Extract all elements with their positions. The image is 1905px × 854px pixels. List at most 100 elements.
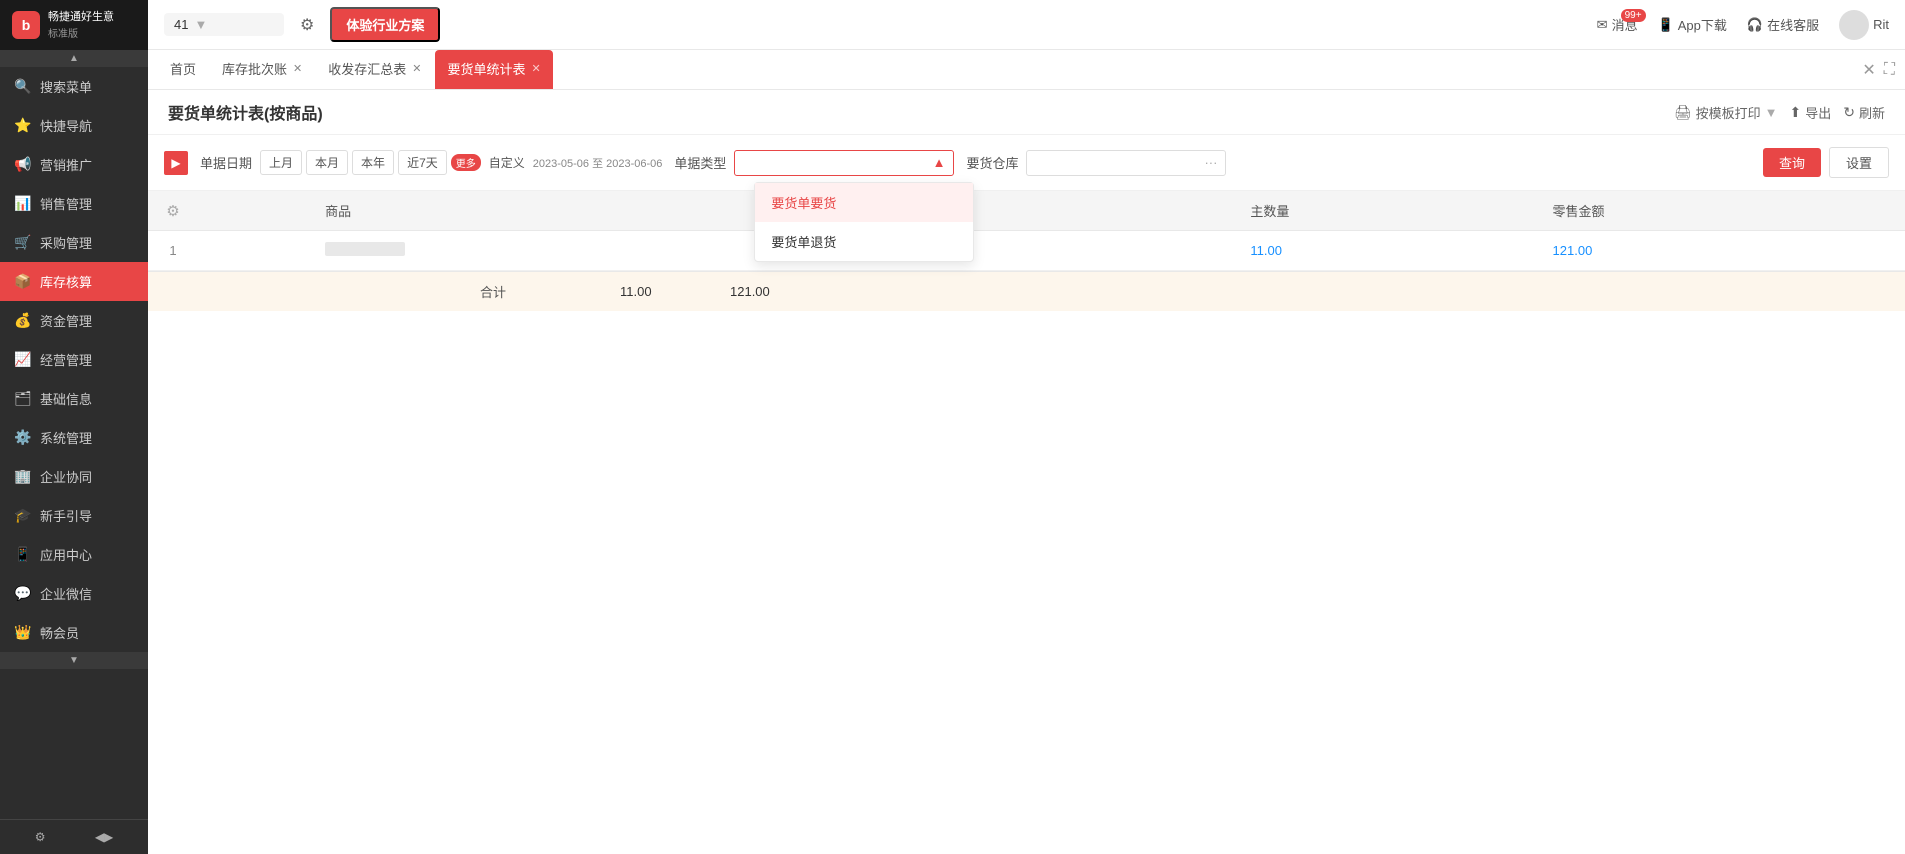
tab-bar-actions: ✕ ⛶ bbox=[1862, 60, 1895, 80]
tab-home[interactable]: 首页 bbox=[158, 50, 208, 89]
sidebar-item-inventory[interactable]: 📦 库存核算 bbox=[0, 262, 148, 301]
export-button[interactable]: ⬆ 导出 bbox=[1790, 103, 1832, 122]
tab-expand-icon[interactable]: ⛶ bbox=[1884, 61, 1895, 79]
tab-order-stats-close[interactable]: ✕ bbox=[532, 62, 541, 75]
collapse-button[interactable]: ◀▶ bbox=[95, 830, 113, 844]
table-header-row: ⚙ 商品 主计量单位 主数量 零售金额 bbox=[148, 191, 1905, 231]
warehouse-filter-group: 要货仓库 ··· bbox=[966, 150, 1226, 176]
star-icon: ⭐ bbox=[14, 117, 32, 135]
column-settings-icon[interactable]: ⚙ bbox=[166, 203, 179, 220]
warehouse-dropdown[interactable]: ··· bbox=[1026, 150, 1226, 176]
cart-icon: 🛒 bbox=[14, 234, 32, 252]
tab-recv-summary-close[interactable]: ✕ bbox=[412, 62, 421, 75]
page-content: 要货单统计表(按商品) 🖨 按模板打印 ▼ ⬆ 导出 ↻ 刷新 bbox=[148, 90, 1905, 854]
megaphone-icon: 📢 bbox=[14, 156, 32, 174]
app-version: 标准版 bbox=[48, 25, 114, 40]
date-range-display: 2023-05-06 至 2023-06-06 bbox=[533, 155, 663, 171]
refresh-button[interactable]: ↻ 刷新 bbox=[1843, 103, 1885, 122]
order-type-dropdown[interactable]: ▲ bbox=[734, 150, 954, 176]
col-qty: 主数量 bbox=[1238, 191, 1540, 231]
page-header-actions: 🖨 按模板打印 ▼ ⬆ 导出 ↻ 刷新 bbox=[1674, 103, 1885, 122]
sidebar-bottom: ⚙ ◀▶ bbox=[0, 819, 148, 854]
footer-label: 合计 bbox=[480, 282, 560, 301]
sidebar-item-basic[interactable]: 🗂 基础信息 bbox=[0, 379, 148, 418]
header-gear-icon[interactable]: ⚙ bbox=[300, 15, 314, 35]
order-type-filter-group: 单据类型 ▲ 要货单要货 要货单退货 bbox=[674, 150, 954, 176]
tab-inventory-batch-label: 库存批次账 bbox=[222, 59, 287, 78]
app-download-button[interactable]: 📱 App下载 bbox=[1658, 15, 1727, 34]
col-amount: 零售金额 bbox=[1541, 191, 1905, 231]
app-name: 畅捷通好生意 bbox=[48, 10, 114, 24]
col-gear[interactable]: ⚙ bbox=[148, 191, 198, 231]
cell-amount[interactable]: 121.00 bbox=[1541, 231, 1905, 271]
settings-button[interactable]: ⚙ bbox=[35, 830, 46, 844]
sidebar-item-quick-nav[interactable]: ⭐ 快捷导航 bbox=[0, 106, 148, 145]
sidebar-item-enterprise[interactable]: 🏢 企业协同 bbox=[0, 457, 148, 496]
sidebar: b 畅捷通好生意 标准版 ▲ 🔍 搜索菜单 ⭐ 快捷导航 📢 营销推广 📊 销售… bbox=[0, 0, 148, 854]
order-type-chevron-icon[interactable]: ▲ bbox=[933, 155, 946, 170]
tab-recv-summary[interactable]: 收发存汇总表 ✕ bbox=[316, 50, 433, 89]
settings-icon: ⚙ bbox=[35, 830, 46, 844]
date-btn-last-7-days[interactable]: 近7天 bbox=[398, 150, 447, 175]
cell-no2 bbox=[198, 231, 313, 271]
date-quick-buttons: 上月 本月 本年 近7天 更多 bbox=[260, 150, 481, 175]
date-filter-group: 单据日期 上月 本月 本年 近7天 更多 自定义 2023-05-06 至 20… bbox=[200, 150, 662, 175]
warehouse-more-icon[interactable]: ··· bbox=[1204, 155, 1217, 170]
sidebar-item-finance[interactable]: 💰 资金管理 bbox=[0, 301, 148, 340]
sidebar-item-wechat[interactable]: 💬 企业微信 bbox=[0, 574, 148, 613]
query-button[interactable]: 查询 bbox=[1763, 148, 1821, 177]
col-product: 商品 bbox=[313, 191, 812, 231]
order-type-value bbox=[743, 154, 932, 172]
crown-icon: 👑 bbox=[14, 624, 32, 642]
store-selector[interactable]: 41 ▼ bbox=[164, 13, 284, 36]
export-icon: ⬆ bbox=[1790, 104, 1802, 121]
sidebar-item-system[interactable]: ⚙️ 系统管理 bbox=[0, 418, 148, 457]
dropdown-item-requisition[interactable]: 要货单要货 bbox=[755, 183, 973, 222]
message-button[interactable]: ✉ 消息 99+ bbox=[1597, 15, 1638, 34]
order-type-dropdown-popup: 要货单要货 要货单退货 bbox=[754, 182, 974, 262]
tab-inventory-batch-close[interactable]: ✕ bbox=[293, 62, 302, 75]
data-table: ⚙ 商品 主计量单位 主数量 零售金额 1 bbox=[148, 191, 1905, 271]
cell-qty[interactable]: 11.00 bbox=[1238, 231, 1540, 271]
online-service-button[interactable]: 🎧 在线客服 bbox=[1747, 15, 1819, 34]
tab-recv-summary-label: 收发存汇总表 bbox=[328, 59, 406, 78]
sidebar-item-marketing[interactable]: 📢 营销推广 bbox=[0, 145, 148, 184]
user-avatar[interactable]: Rit bbox=[1839, 10, 1889, 40]
sidebar-item-purchase[interactable]: 🛒 采购管理 bbox=[0, 223, 148, 262]
print-template-button[interactable]: 🖨 按模板打印 ▼ bbox=[1674, 103, 1778, 122]
tab-inventory-batch[interactable]: 库存批次账 ✕ bbox=[210, 50, 314, 89]
tab-close-all-icon[interactable]: ✕ bbox=[1862, 60, 1875, 80]
sidebar-item-appstore[interactable]: 📱 应用中心 bbox=[0, 535, 148, 574]
sidebar-item-search[interactable]: 🔍 搜索菜单 bbox=[0, 67, 148, 106]
avatar-name: Rit bbox=[1873, 17, 1889, 32]
settings-button[interactable]: 设置 bbox=[1829, 147, 1889, 178]
date-btn-this-year[interactable]: 本年 bbox=[352, 150, 394, 175]
store-name: 41 bbox=[174, 17, 188, 32]
sidebar-item-newbie[interactable]: 🎓 新手引导 bbox=[0, 496, 148, 535]
sidebar-scroll-down[interactable]: ▼ bbox=[0, 652, 148, 669]
top-header: 41 ▼ ⚙ 体验行业方案 ✉ 消息 99+ 📱 App下载 🎧 在线客服 Ri… bbox=[148, 0, 1905, 50]
sidebar-item-operation[interactable]: 📈 经营管理 bbox=[0, 340, 148, 379]
date-btn-last-month[interactable]: 上月 bbox=[260, 150, 302, 175]
warehouse-label: 要货仓库 bbox=[966, 153, 1018, 172]
print-icon: 🖨 bbox=[1674, 104, 1692, 121]
dropdown-item-return[interactable]: 要货单退货 bbox=[755, 222, 973, 261]
sidebar-item-sales[interactable]: 📊 销售管理 bbox=[0, 184, 148, 223]
date-custom-button[interactable]: 自定义 bbox=[489, 154, 525, 171]
building-icon: 🏢 bbox=[14, 468, 32, 486]
filter-expand-button[interactable]: ▶ bbox=[164, 151, 188, 175]
tab-bar: 首页 库存批次账 ✕ 收发存汇总表 ✕ 要货单统计表 ✕ ✕ ⛶ bbox=[148, 50, 1905, 90]
collapse-icon: ◀▶ bbox=[95, 830, 113, 844]
cell-product bbox=[313, 231, 812, 271]
tab-order-stats-label: 要货单统计表 bbox=[447, 59, 525, 78]
message-badge: 99+ bbox=[1621, 9, 1646, 22]
sidebar-scroll-up[interactable]: ▲ bbox=[0, 50, 148, 67]
store-dropdown-icon: ▼ bbox=[194, 17, 207, 32]
refresh-label: 刷新 bbox=[1859, 103, 1885, 122]
page-header: 要货单统计表(按商品) 🖨 按模板打印 ▼ ⬆ 导出 ↻ 刷新 bbox=[148, 90, 1905, 135]
tab-order-stats[interactable]: 要货单统计表 ✕ bbox=[435, 50, 552, 89]
date-more-badge[interactable]: 更多 bbox=[451, 154, 481, 171]
sidebar-item-member[interactable]: 👑 畅会员 bbox=[0, 613, 148, 652]
trial-button[interactable]: 体验行业方案 bbox=[330, 7, 440, 42]
date-btn-this-month[interactable]: 本月 bbox=[306, 150, 348, 175]
